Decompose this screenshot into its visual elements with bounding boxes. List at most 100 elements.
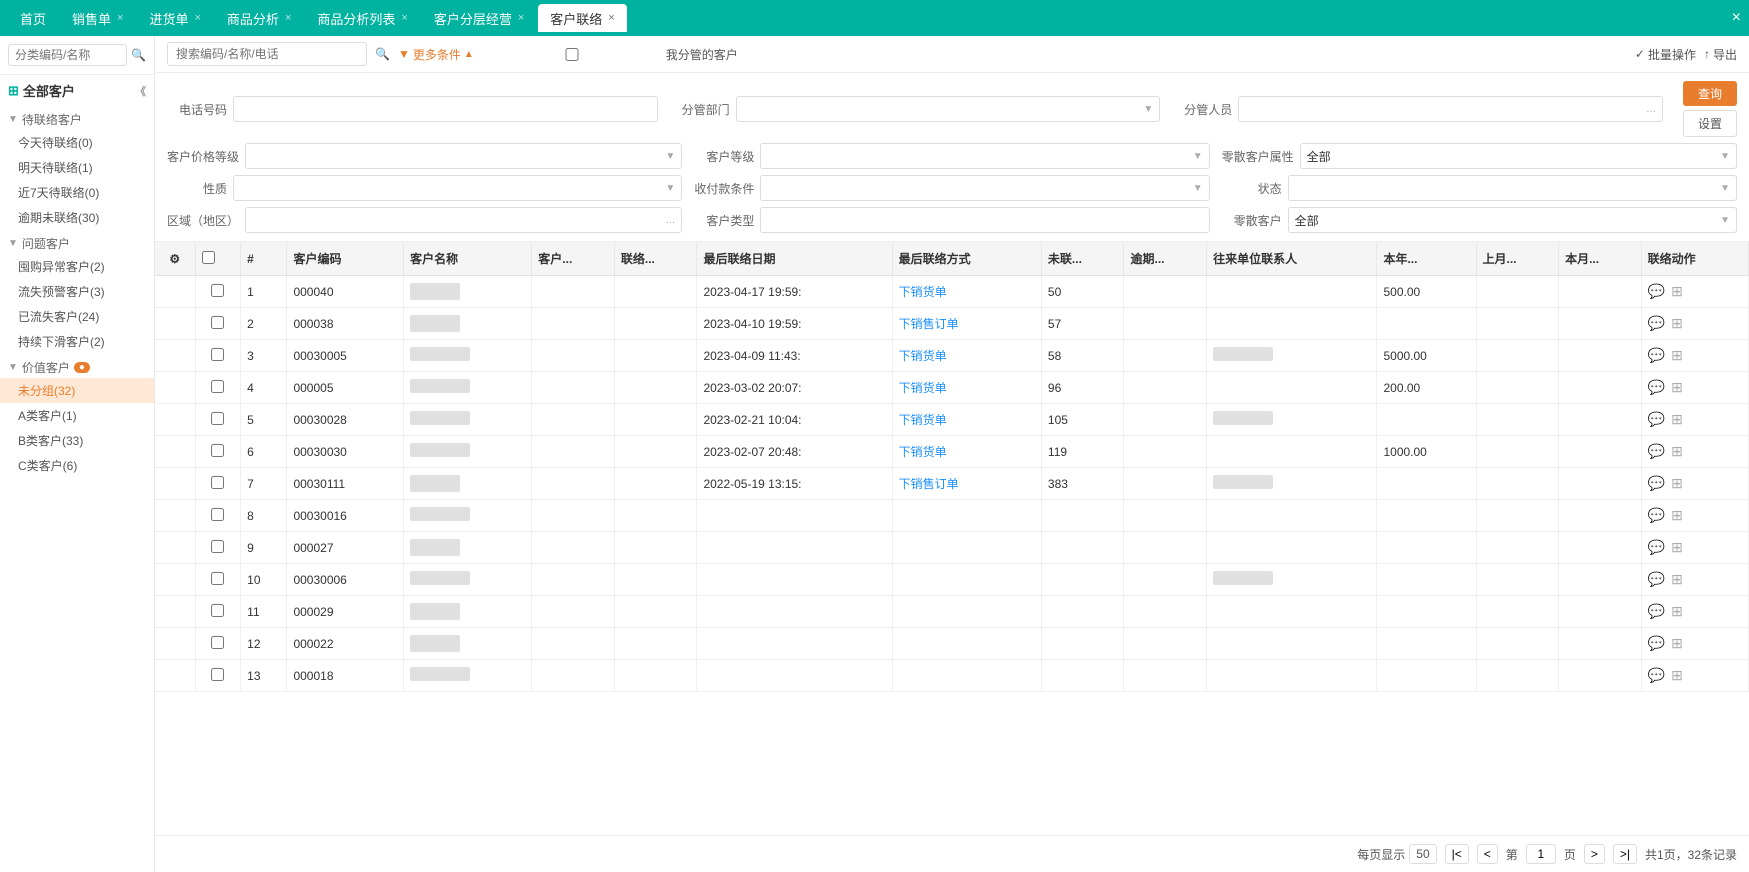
my-customers-checkbox[interactable] xyxy=(482,48,662,61)
row-select-checkbox[interactable] xyxy=(211,540,224,553)
grid-action-icon[interactable]: ⊞ xyxy=(1671,539,1683,556)
row-checkbox[interactable] xyxy=(195,660,241,692)
message-icon[interactable]: 💬 xyxy=(1648,411,1665,428)
grid-action-icon[interactable]: ⊞ xyxy=(1671,379,1683,396)
row-checkbox[interactable] xyxy=(195,436,241,468)
last-page-btn[interactable]: >| xyxy=(1613,844,1637,864)
filter-customer-type-select[interactable] xyxy=(760,207,1209,233)
grid-action-icon[interactable]: ⊞ xyxy=(1671,411,1683,428)
page-number-input[interactable] xyxy=(1526,844,1556,864)
row-select-checkbox[interactable] xyxy=(211,572,224,585)
grid-action-icon[interactable]: ⊞ xyxy=(1671,667,1683,684)
contact-method-link[interactable]: 下销货单 xyxy=(899,349,947,363)
message-icon[interactable]: 💬 xyxy=(1648,475,1665,492)
tab-purchase[interactable]: 进货单 × xyxy=(137,4,212,32)
contact-col-header[interactable]: 联络... xyxy=(614,242,697,276)
grid-action-icon[interactable]: ⊞ xyxy=(1671,443,1683,460)
search-button[interactable]: 查询 xyxy=(1683,81,1737,106)
export-btn[interactable]: ↑ 导出 xyxy=(1704,46,1737,63)
row-select-checkbox[interactable] xyxy=(211,316,224,329)
message-icon[interactable]: 💬 xyxy=(1648,635,1665,652)
all-customers-header[interactable]: ⊞ 全部客户 《 xyxy=(0,75,154,106)
row-select-checkbox[interactable] xyxy=(211,284,224,297)
sidebar-collapse-icon[interactable]: 《 xyxy=(135,83,146,99)
select-all-checkbox[interactable] xyxy=(202,251,215,264)
sidebar-item-tomorrow[interactable]: 明天待联络(1) xyxy=(0,155,154,180)
row-select-checkbox[interactable] xyxy=(211,476,224,489)
tab-home[interactable]: 首页 xyxy=(8,4,58,32)
row-select-checkbox[interactable] xyxy=(211,604,224,617)
message-icon[interactable]: 💬 xyxy=(1648,507,1665,524)
filter-status-select[interactable]: ▼ xyxy=(1288,175,1737,201)
filter-phone-input[interactable] xyxy=(233,96,658,122)
sidebar-item-c-class[interactable]: C类客户(6) xyxy=(0,453,154,478)
sidebar-item-a-class[interactable]: A类客户(1) xyxy=(0,403,154,428)
row-select-checkbox[interactable] xyxy=(211,444,224,457)
message-icon[interactable]: 💬 xyxy=(1648,443,1665,460)
tab-sales-close[interactable]: × xyxy=(117,12,123,24)
row-checkbox[interactable] xyxy=(195,404,241,436)
this-year-col-header[interactable]: 本年... xyxy=(1377,242,1476,276)
sidebar-search-input[interactable] xyxy=(8,44,127,66)
last-contact-date-col-header[interactable]: 最后联络日期 xyxy=(697,242,892,276)
row-checkbox[interactable] xyxy=(195,308,241,340)
search-input[interactable] xyxy=(167,42,367,66)
related-person-col-header[interactable]: 往来单位联系人 xyxy=(1207,242,1377,276)
filter-search-icon[interactable]: 🔍 xyxy=(375,47,390,61)
prev-page-btn[interactable]: < xyxy=(1477,844,1498,864)
more-conditions-btn[interactable]: ▼ 更多条件 ▲ xyxy=(398,46,474,63)
filter-retail-attr-select[interactable]: 全部 ▼ xyxy=(1300,143,1737,169)
tab-purchase-close[interactable]: × xyxy=(194,12,200,24)
message-icon[interactable]: 💬 xyxy=(1648,347,1665,364)
row-select-checkbox[interactable] xyxy=(211,348,224,361)
sidebar-item-churn-warning[interactable]: 流失预警客户(3) xyxy=(0,279,154,304)
next-page-btn[interactable]: > xyxy=(1584,844,1605,864)
reset-button[interactable]: 设置 xyxy=(1683,110,1737,137)
message-icon[interactable]: 💬 xyxy=(1648,667,1665,684)
row-checkbox[interactable] xyxy=(195,500,241,532)
row-checkbox[interactable] xyxy=(195,628,241,660)
tab-analysis[interactable]: 商品分析 × xyxy=(215,4,303,32)
row-select-checkbox[interactable] xyxy=(211,380,224,393)
last-contact-method-col-header[interactable]: 最后联络方式 xyxy=(892,242,1041,276)
tab-customer-layer-close[interactable]: × xyxy=(518,12,524,24)
grid-action-icon[interactable]: ⊞ xyxy=(1671,571,1683,588)
sidebar-item-7days[interactable]: 近7天待联络(0) xyxy=(0,180,154,205)
checkbox-col-header[interactable] xyxy=(195,242,241,276)
grid-action-icon[interactable]: ⊞ xyxy=(1671,283,1683,300)
tab-analysis-list[interactable]: 商品分析列表 × xyxy=(305,4,419,32)
contact-method-link[interactable]: 下销售订单 xyxy=(899,477,959,491)
filter-staff-select[interactable]: … xyxy=(1238,96,1663,122)
sidebar-item-abnormal[interactable]: 囤购异常客户(2) xyxy=(0,254,154,279)
message-icon[interactable]: 💬 xyxy=(1648,283,1665,300)
tab-customer-contact-close[interactable]: × xyxy=(608,12,614,24)
row-checkbox[interactable] xyxy=(195,276,241,308)
row-select-checkbox[interactable] xyxy=(211,412,224,425)
grid-action-icon[interactable]: ⊞ xyxy=(1671,603,1683,620)
row-select-checkbox[interactable] xyxy=(211,636,224,649)
sidebar-item-b-class[interactable]: B类客户(33) xyxy=(0,428,154,453)
filter-region-select[interactable]: … xyxy=(245,207,682,233)
grid-action-icon[interactable]: ⊞ xyxy=(1671,635,1683,652)
grid-action-icon[interactable]: ⊞ xyxy=(1671,475,1683,492)
no-contact-col-header[interactable]: 未联... xyxy=(1041,242,1124,276)
row-checkbox[interactable] xyxy=(195,372,241,404)
my-customers-checkbox-label[interactable]: 我分管的客户 xyxy=(482,46,738,63)
tab-analysis-list-close[interactable]: × xyxy=(401,12,407,24)
type-col-header[interactable]: 客户... xyxy=(532,242,615,276)
row-checkbox[interactable] xyxy=(195,340,241,372)
tab-sales[interactable]: 销售单 × xyxy=(60,4,135,32)
window-close-icon[interactable]: × xyxy=(1732,9,1741,27)
contact-method-link[interactable]: 下销货单 xyxy=(899,413,947,427)
row-checkbox[interactable] xyxy=(195,532,241,564)
contact-method-link[interactable]: 下销售订单 xyxy=(899,317,959,331)
sidebar-item-today[interactable]: 今天待联络(0) xyxy=(0,130,154,155)
code-col-header[interactable]: 客户编码 xyxy=(287,242,404,276)
contact-method-link[interactable]: 下销货单 xyxy=(899,285,947,299)
message-icon[interactable]: 💬 xyxy=(1648,379,1665,396)
sidebar-item-declining[interactable]: 持续下滑客户(2) xyxy=(0,329,154,354)
filter-nature-select[interactable]: ▼ xyxy=(233,175,682,201)
tab-customer-layer[interactable]: 客户分层经营 × xyxy=(422,4,536,32)
filter-retail-customer-select[interactable]: 全部 ▼ xyxy=(1288,207,1737,233)
contact-method-link[interactable]: 下销货单 xyxy=(899,445,947,459)
